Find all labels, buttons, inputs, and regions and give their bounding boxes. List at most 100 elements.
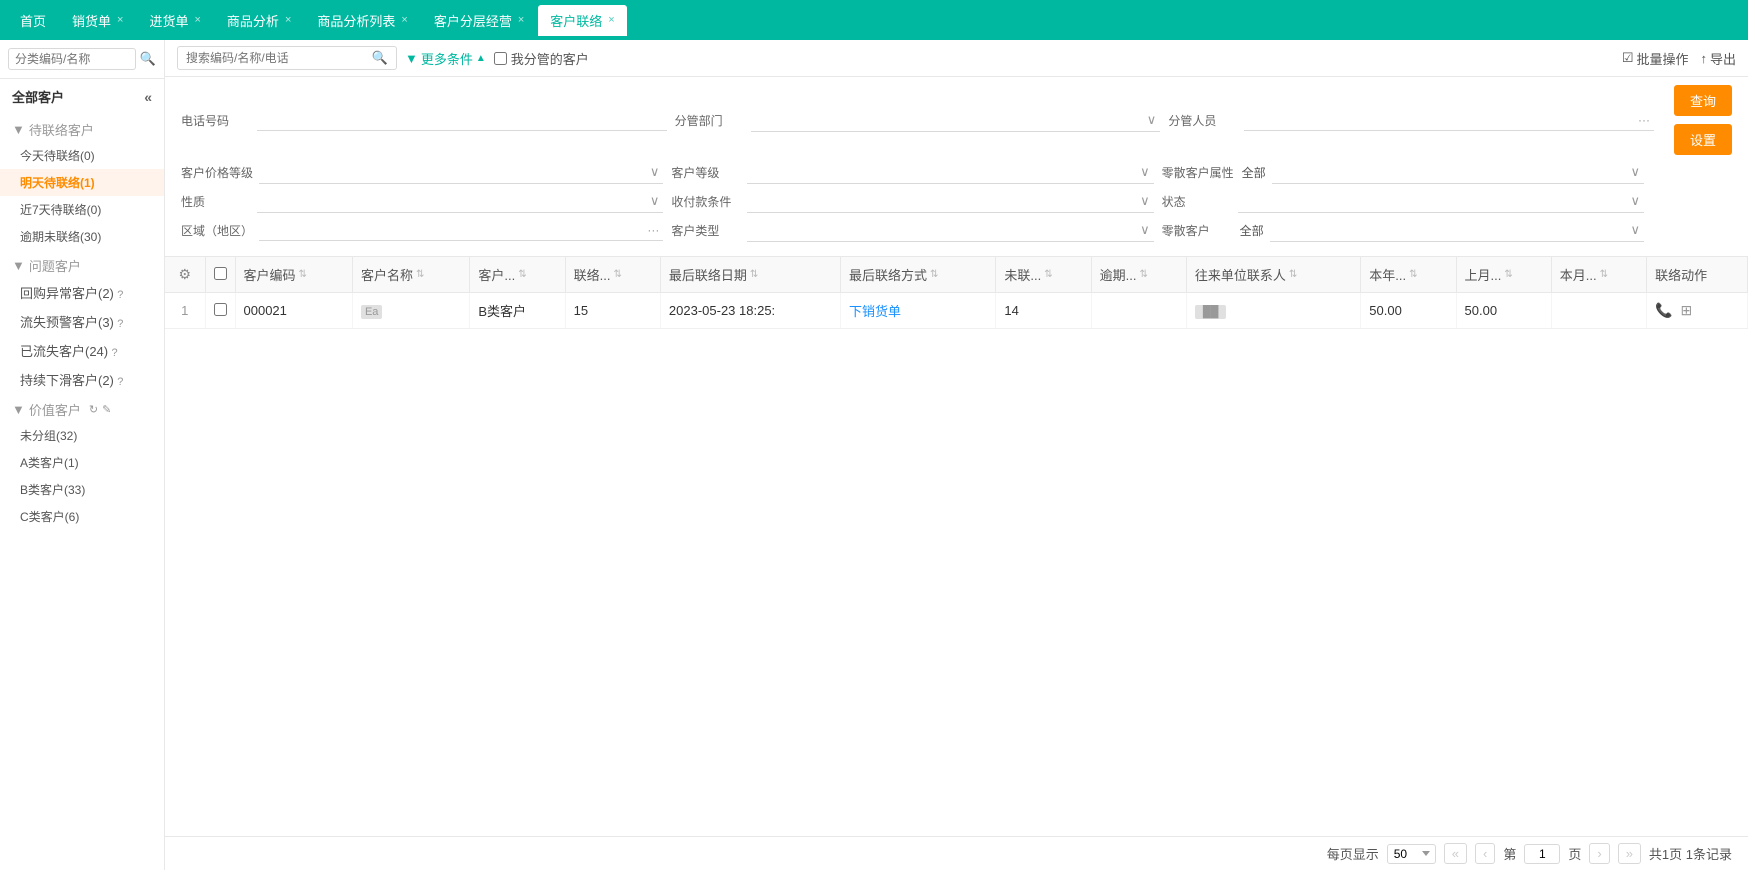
chevron-down-icon-type: ∨ bbox=[1140, 222, 1150, 238]
filter-select-customer-type[interactable]: ∨ bbox=[747, 219, 1153, 242]
sidebar-item-b-class[interactable]: B类客户(33) bbox=[0, 476, 164, 503]
row-checkbox bbox=[205, 293, 235, 329]
more-conditions-btn[interactable]: ▼ 更多条件 ▲ bbox=[405, 49, 486, 68]
row-customer-type: B类客户 bbox=[470, 293, 565, 329]
sidebar-item-week[interactable]: 近7天待联络(0) bbox=[0, 196, 164, 223]
row-this-month bbox=[1551, 293, 1646, 329]
page-input[interactable] bbox=[1524, 844, 1560, 864]
page-size-label: 每页显示 bbox=[1327, 844, 1379, 863]
nav-customer-contact[interactable]: 客户联络 × bbox=[538, 5, 626, 36]
my-customers-checkbox[interactable] bbox=[494, 52, 507, 65]
sort-icon-last-month[interactable]: ⇅ bbox=[1504, 269, 1512, 280]
sort-icon-date[interactable]: ⇅ bbox=[750, 269, 758, 280]
sort-icon-code[interactable]: ⇅ bbox=[299, 269, 307, 280]
sort-icon-overdue[interactable]: ⇅ bbox=[1139, 269, 1147, 280]
filter-label-retail-attr: 零散客户属性 bbox=[1162, 164, 1234, 181]
page-size-select[interactable]: 50 10 20 100 bbox=[1387, 844, 1436, 864]
filter-select-price-level[interactable]: ∨ bbox=[259, 161, 663, 184]
nav-purchase[interactable]: 进货单 × bbox=[137, 5, 212, 36]
nav-purchase-close[interactable]: × bbox=[194, 14, 200, 26]
row-action: 📞 ⊞ bbox=[1647, 293, 1748, 329]
first-page-btn[interactable]: « bbox=[1444, 843, 1467, 864]
query-button[interactable]: 查询 bbox=[1674, 85, 1732, 116]
filter-select-region[interactable]: ··· bbox=[259, 220, 663, 241]
filter-label-customer-level: 客户等级 bbox=[671, 164, 741, 181]
sidebar-item-churn-warning[interactable]: 流失预警客户(3) ? bbox=[0, 307, 164, 336]
phone-action-icon[interactable]: 📞 bbox=[1655, 302, 1672, 319]
checkbox-icon: ☑ bbox=[1622, 50, 1634, 66]
nav-product-analysis-close[interactable]: × bbox=[285, 14, 291, 26]
filter-select-payment[interactable]: ∨ bbox=[747, 190, 1153, 213]
sidebar-item-repurchase-abnormal[interactable]: 回购异常客户(2) ? bbox=[0, 278, 164, 307]
filter-input-phone[interactable] bbox=[257, 110, 667, 131]
sidebar-all-customers[interactable]: 全部客户 « bbox=[0, 79, 164, 114]
select-all-checkbox[interactable] bbox=[214, 267, 227, 280]
filter-select-dept[interactable]: ∨ bbox=[751, 109, 1161, 132]
export-btn[interactable]: ↑ 导出 bbox=[1700, 49, 1736, 68]
sort-icon-type[interactable]: ⇅ bbox=[518, 269, 526, 280]
filter-select-status[interactable]: ∨ bbox=[1238, 190, 1644, 213]
search-input[interactable] bbox=[186, 51, 368, 65]
nav-sales-close[interactable]: × bbox=[117, 14, 123, 26]
filter-select-retail-customer[interactable]: ∨ bbox=[1270, 219, 1644, 242]
my-customers-label[interactable]: 我分管的客户 bbox=[494, 49, 589, 68]
filter-dots-person[interactable]: ··· bbox=[1638, 113, 1650, 127]
prev-page-btn[interactable]: ‹ bbox=[1475, 843, 1495, 864]
filter-select-retail-attr[interactable]: ∨ bbox=[1272, 161, 1644, 184]
nav-home[interactable]: 首页 bbox=[8, 5, 58, 36]
sidebar-item-tomorrow[interactable]: 明天待联络(1) bbox=[0, 169, 164, 196]
sidebar-value-section: ▼ 价值客户 ↻ ✎ bbox=[0, 394, 164, 422]
gear-icon[interactable]: ⚙ bbox=[178, 266, 191, 282]
nav-product-analysis-list-close[interactable]: × bbox=[401, 14, 407, 26]
sidebar-item-a-class[interactable]: A类客户(1) bbox=[0, 449, 164, 476]
sidebar-problem-arrow: ▼ bbox=[12, 258, 25, 273]
sidebar-item-churned[interactable]: 已流失客户(24) ? bbox=[0, 336, 164, 365]
sort-icon-not-contacted[interactable]: ⇅ bbox=[1044, 269, 1052, 280]
sidebar-item-today[interactable]: 今天待联络(0) bbox=[0, 142, 164, 169]
filter-label-region: 区域（地区） bbox=[181, 222, 253, 239]
table-row: 1 000021 Ea B类客户 15 2023-05-23 18:25: 下销… bbox=[165, 293, 1748, 329]
table-body: 1 000021 Ea B类客户 15 2023-05-23 18:25: 下销… bbox=[165, 293, 1748, 329]
sidebar-item-c-class[interactable]: C类客户(6) bbox=[0, 503, 164, 530]
nav-product-analysis-list[interactable]: 商品分析列表 × bbox=[305, 5, 419, 36]
filter-select-nature[interactable]: ∨ bbox=[257, 190, 663, 213]
search-icon[interactable]: 🔍 bbox=[372, 50, 388, 66]
sidebar-collapse-icon[interactable]: « bbox=[144, 89, 152, 105]
sidebar-item-ungrouped[interactable]: 未分组(32) bbox=[0, 422, 164, 449]
nav-sales[interactable]: 销货单 × bbox=[60, 5, 135, 36]
next-page-btn[interactable]: › bbox=[1589, 843, 1609, 864]
sort-icon-contact[interactable]: ⇅ bbox=[613, 269, 621, 280]
row-select-checkbox[interactable] bbox=[214, 303, 227, 316]
chevron-down-icon-nature: ∨ bbox=[650, 193, 660, 209]
last-method-link[interactable]: 下销货单 bbox=[849, 304, 901, 319]
filter-label-retail-customer: 零散客户 bbox=[1162, 222, 1232, 239]
nav-product-analysis[interactable]: 商品分析 × bbox=[215, 5, 303, 36]
sort-icon-person[interactable]: ⇅ bbox=[1289, 269, 1297, 280]
sidebar-search-icon[interactable]: 🔍 bbox=[140, 51, 156, 67]
filter-cell-price-level: 客户价格等级 ∨ bbox=[181, 161, 663, 184]
value-edit-icon[interactable]: ✎ bbox=[102, 403, 111, 416]
sort-icon-this-month[interactable]: ⇅ bbox=[1600, 269, 1608, 280]
top-navigation: 首页 销货单 × 进货单 × 商品分析 × 商品分析列表 × 客户分层经营 × … bbox=[0, 0, 1748, 40]
grid-action-icon[interactable]: ⊞ bbox=[1681, 302, 1693, 319]
sort-icon-name[interactable]: ⇅ bbox=[416, 269, 424, 280]
sidebar-item-overdue[interactable]: 逾期未联络(30) bbox=[0, 223, 164, 250]
chevron-down-icon-price: ∨ bbox=[650, 164, 660, 180]
nav-customer-segment-close[interactable]: × bbox=[518, 14, 524, 26]
filter-select-person[interactable]: ··· bbox=[1244, 110, 1654, 131]
sidebar-item-declining[interactable]: 持续下滑客户(2) ? bbox=[0, 365, 164, 394]
sort-icon-year[interactable]: ⇅ bbox=[1409, 269, 1417, 280]
nav-customer-segment[interactable]: 客户分层经营 × bbox=[422, 5, 536, 36]
nav-customer-contact-close[interactable]: × bbox=[608, 14, 614, 26]
batch-op-btn[interactable]: ☑ 批量操作 bbox=[1622, 49, 1689, 68]
set-button[interactable]: 设置 bbox=[1674, 124, 1732, 155]
value-refresh-icon[interactable]: ↻ bbox=[89, 403, 98, 416]
filter-actions: 查询 设置 bbox=[1674, 85, 1732, 155]
filter-dots-region[interactable]: ··· bbox=[647, 223, 659, 237]
chevron-down-icon-dept: ∨ bbox=[1147, 112, 1157, 128]
row-name: Ea bbox=[352, 293, 469, 329]
filter-select-customer-level[interactable]: ∨ bbox=[747, 161, 1153, 184]
sidebar-search-input[interactable] bbox=[8, 48, 136, 70]
sort-icon-method[interactable]: ⇅ bbox=[930, 269, 938, 280]
last-page-btn[interactable]: » bbox=[1618, 843, 1641, 864]
